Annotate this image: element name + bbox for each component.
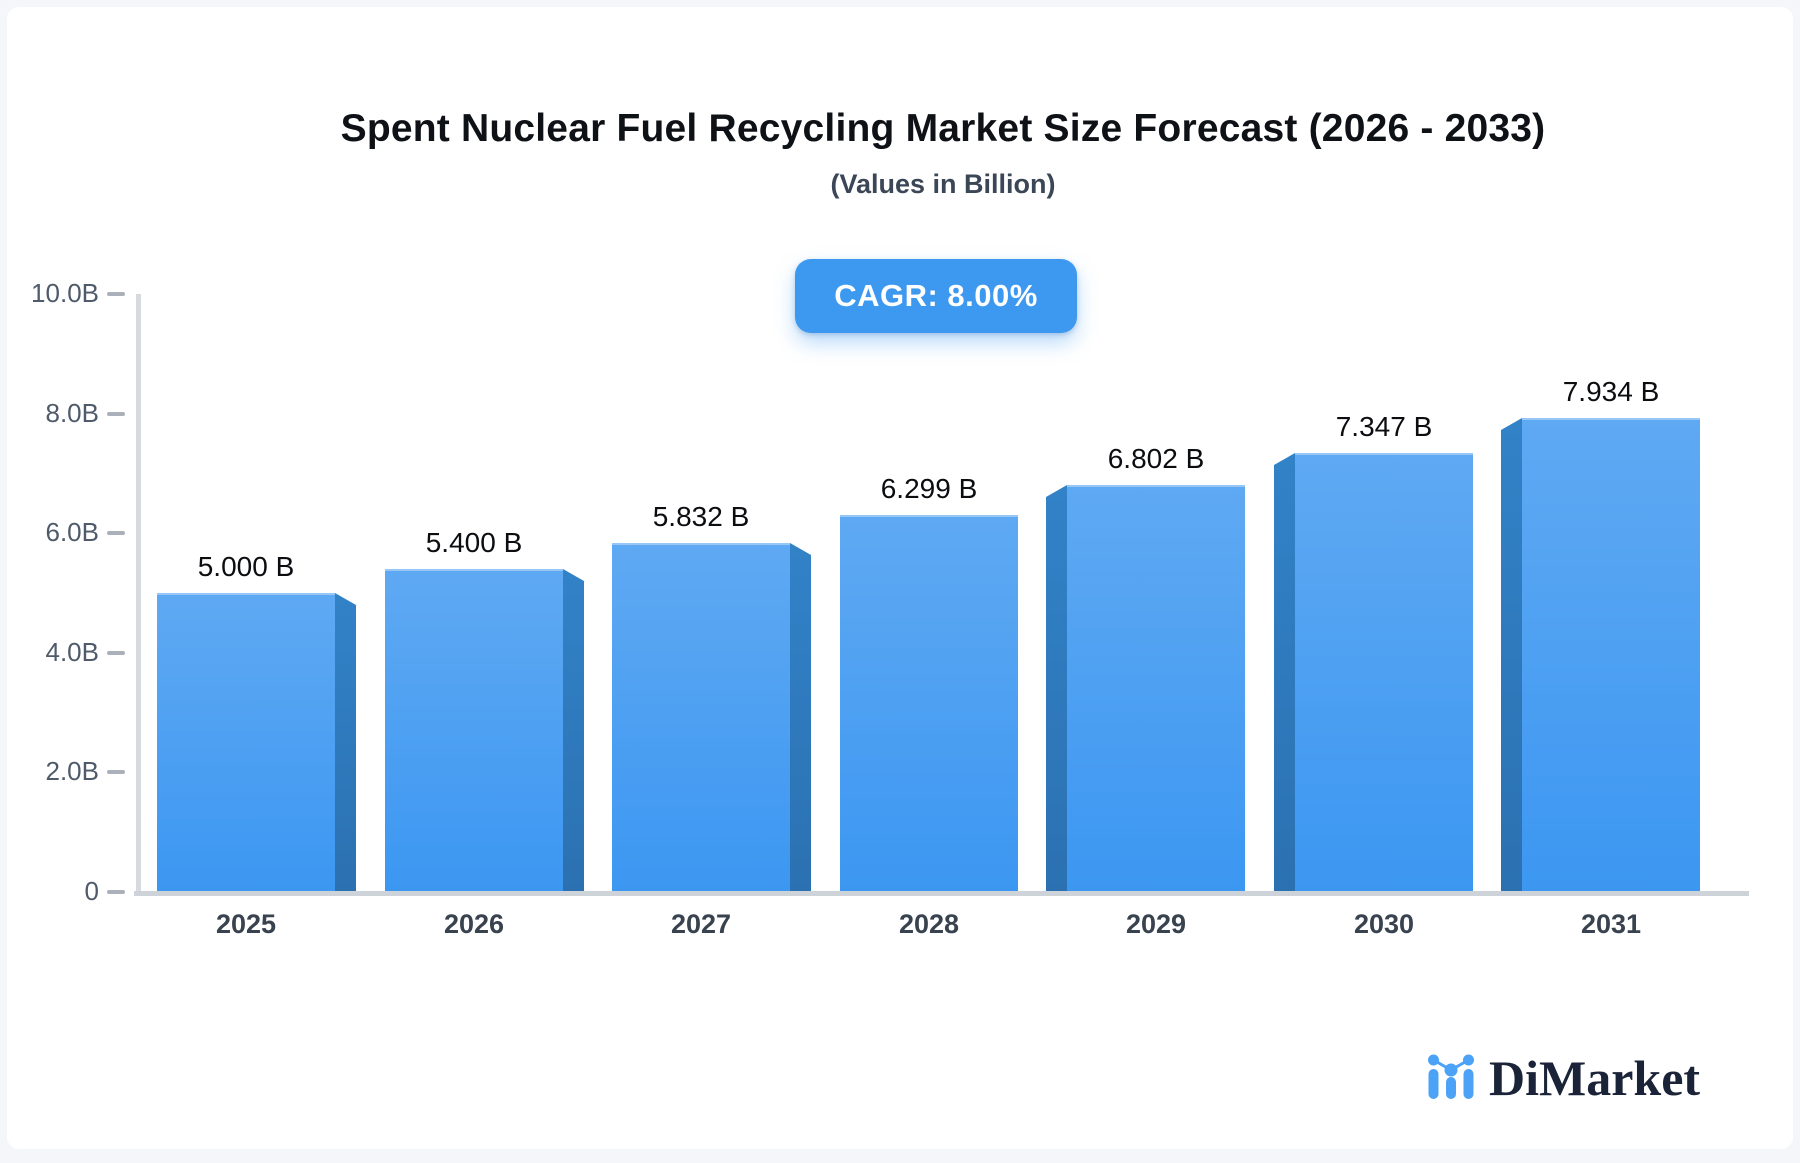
- bar-chart-logo-icon: [1427, 1052, 1477, 1104]
- bar-2031[interactable]: [1522, 418, 1700, 892]
- bar-value-label: 5.832 B: [591, 501, 811, 533]
- bar-2025[interactable]: [157, 593, 335, 892]
- x-axis-label-2029: 2029: [1046, 909, 1266, 940]
- x-axis-label-2030: 2030: [1274, 909, 1494, 940]
- y-tick-label: 8.0B: [7, 398, 99, 429]
- bar-chart: 10.0B 8.0B 6.0B 4.0B 2.0B 0 5.000 B 2025 5.400 B…: [7, 7, 1800, 1163]
- y-tick-label: 4.0B: [7, 637, 99, 668]
- bar-value-label: 5.000 B: [136, 551, 356, 583]
- bar-side-face: [1046, 485, 1067, 892]
- x-axis-line: [134, 891, 1749, 896]
- x-axis-label-2025: 2025: [136, 909, 356, 940]
- y-tick-mark: [107, 890, 125, 894]
- y-tick-mark: [107, 412, 125, 416]
- y-tick-label: 2.0B: [7, 756, 99, 787]
- y-tick-label: 0: [7, 876, 99, 907]
- bar-side-face: [335, 593, 356, 892]
- bar-side-face: [563, 569, 584, 892]
- x-axis-label-2026: 2026: [364, 909, 584, 940]
- bar-value-label: 6.299 B: [819, 473, 1039, 505]
- bar-side-face: [1274, 453, 1295, 892]
- x-axis-label-2027: 2027: [591, 909, 811, 940]
- y-tick-mark: [107, 651, 125, 655]
- y-tick-mark: [107, 292, 125, 296]
- bar-value-label: 5.400 B: [364, 527, 584, 559]
- y-tick-mark: [107, 770, 125, 774]
- y-tick-label: 10.0B: [7, 278, 99, 309]
- brand-logo: DiMarket: [1427, 1043, 1700, 1113]
- bar-2027[interactable]: [612, 543, 790, 892]
- bar-value-label: 7.347 B: [1274, 411, 1494, 443]
- bar-value-label: 7.934 B: [1501, 376, 1721, 408]
- bar-2028[interactable]: [840, 515, 1018, 892]
- bar-side-face: [790, 543, 811, 892]
- bar-value-label: 6.802 B: [1046, 443, 1266, 475]
- bar-side-face: [1501, 418, 1522, 892]
- x-axis-label-2031: 2031: [1501, 909, 1721, 940]
- bar-2026[interactable]: [385, 569, 563, 892]
- x-axis-label-2028: 2028: [819, 909, 1039, 940]
- brand-logo-text: DiMarket: [1489, 1050, 1700, 1106]
- y-tick-mark: [107, 531, 125, 535]
- chart-card: Spent Nuclear Fuel Recycling Market Size…: [7, 7, 1793, 1149]
- y-axis-line: [136, 294, 141, 894]
- bar-2029[interactable]: [1067, 485, 1245, 892]
- bar-2030[interactable]: [1295, 453, 1473, 892]
- y-tick-label: 6.0B: [7, 517, 99, 548]
